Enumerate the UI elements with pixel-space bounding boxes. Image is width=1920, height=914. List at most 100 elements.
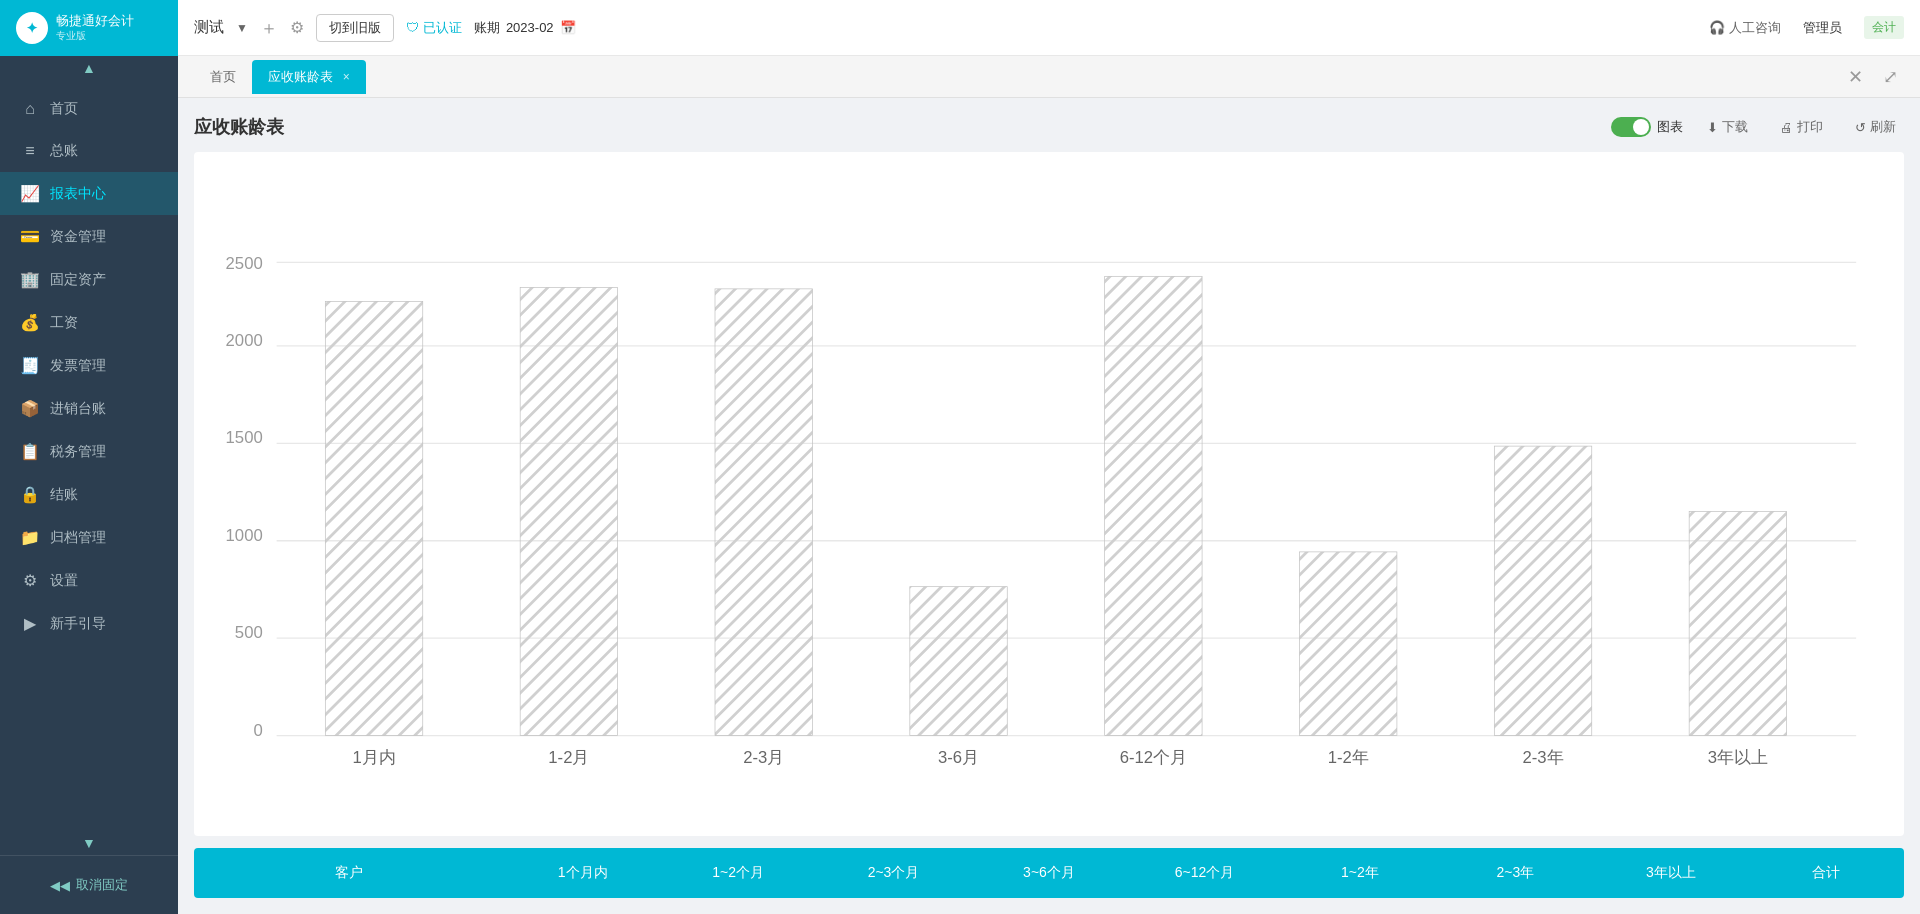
user-role-badge[interactable]: 会计 — [1864, 16, 1904, 39]
svg-text:0: 0 — [253, 721, 262, 740]
refresh-label: 刷新 — [1870, 118, 1896, 136]
data-table: 客户 1个月内 1~2个月 2~3个月 3~6个月 6~12个月 1~2年 2~… — [194, 848, 1904, 898]
chart-toggle-label: 图表 — [1657, 118, 1683, 136]
page-title: 应收账龄表 — [194, 115, 284, 139]
ledger-icon: ≡ — [20, 142, 40, 160]
svg-text:2500: 2500 — [226, 254, 263, 273]
scroll-up-icon[interactable]: ▲ — [82, 60, 96, 76]
col-header-3year-plus: 3年以上 — [1593, 848, 1748, 898]
cancel-fixed-label: 取消固定 — [76, 876, 128, 894]
expand-tab-button[interactable]: ⤢ — [1877, 64, 1904, 90]
sidebar-item-payroll-label: 工资 — [50, 314, 78, 332]
sidebar-item-tax-label: 税务管理 — [50, 443, 106, 461]
switch-version-button[interactable]: 切到旧版 — [316, 14, 394, 42]
svg-text:1-2月: 1-2月 — [548, 748, 589, 767]
period-info: 账期 2023-02 📅 — [474, 19, 576, 37]
sidebar-item-guide[interactable]: ▶ 新手引导 — [0, 602, 178, 645]
scroll-up-btn[interactable]: ▲ — [0, 56, 178, 80]
tax-icon: 📋 — [20, 442, 40, 461]
bar-1-2月 — [520, 287, 617, 735]
col-header-total: 合计 — [1749, 848, 1904, 898]
refresh-icon: ↺ — [1855, 120, 1866, 135]
svg-text:6-12个月: 6-12个月 — [1120, 748, 1187, 767]
settings-icon: ⚙ — [20, 571, 40, 590]
sidebar-item-settings[interactable]: ⚙ 设置 — [0, 559, 178, 602]
logo-area: ✦ 畅捷通好会计 专业版 — [0, 0, 178, 56]
print-icon: 🖨 — [1780, 120, 1793, 135]
svg-text:2000: 2000 — [226, 331, 263, 350]
close-ledger-icon: 🔒 — [20, 485, 40, 504]
bar-3年以上 — [1689, 512, 1786, 736]
app-edition: 专业版 — [56, 29, 134, 43]
sidebar-item-assets-label: 固定资产 — [50, 271, 106, 289]
chart-toggle[interactable] — [1611, 117, 1651, 137]
sidebar-item-assets[interactable]: 🏢 固定资产 — [0, 258, 178, 301]
bar-6-12月 — [1105, 276, 1202, 735]
sidebar-item-fund[interactable]: 💳 资金管理 — [0, 215, 178, 258]
tab-home[interactable]: 首页 — [194, 60, 252, 94]
tab-receivable-aging[interactable]: 应收账龄表 × — [252, 60, 366, 94]
svg-text:1-2年: 1-2年 — [1328, 748, 1369, 767]
svg-text:3-6月: 3-6月 — [938, 748, 979, 767]
print-button[interactable]: 🖨 打印 — [1772, 114, 1831, 140]
consult-button[interactable]: 🎧 人工咨询 — [1709, 19, 1781, 37]
col-header-6-12month: 6~12个月 — [1127, 848, 1282, 898]
company-dropdown-icon[interactable]: ▼ — [236, 21, 248, 35]
svg-text:2-3月: 2-3月 — [743, 748, 784, 767]
sidebar-item-archive[interactable]: 📁 归档管理 — [0, 516, 178, 559]
report-icon: 📈 — [20, 184, 40, 203]
sidebar-bottom: ◀◀ 取消固定 — [0, 855, 178, 914]
svg-text:1500: 1500 — [226, 428, 263, 447]
calendar-icon[interactable]: 📅 — [560, 20, 576, 35]
sidebar-item-close[interactable]: 🔒 结账 — [0, 473, 178, 516]
svg-text:500: 500 — [235, 623, 263, 642]
sidebar-item-report-label: 报表中心 — [50, 185, 106, 203]
sidebar-item-settings-label: 设置 — [50, 572, 78, 590]
sidebar-item-fund-label: 资金管理 — [50, 228, 106, 246]
sidebar-item-ledger-label: 总账 — [50, 142, 78, 160]
add-company-button[interactable]: ＋ — [260, 19, 278, 37]
scroll-down-btn[interactable]: ▼ — [0, 831, 178, 855]
tab-home-label: 首页 — [210, 69, 236, 84]
sidebar-item-payroll[interactable]: 💰 工资 — [0, 301, 178, 344]
close-tab-button[interactable]: ✕ — [1842, 64, 1869, 90]
consult-label: 人工咨询 — [1729, 19, 1781, 37]
shield-icon: 🛡 — [406, 20, 419, 35]
sidebar-item-ledger[interactable]: ≡ 总账 — [0, 130, 178, 172]
sidebar-item-archive-label: 归档管理 — [50, 529, 106, 547]
col-header-2-3month: 2~3个月 — [816, 848, 971, 898]
sidebar-item-tax[interactable]: 📋 税务管理 — [0, 430, 178, 473]
sidebar-item-guide-label: 新手引导 — [50, 615, 106, 633]
certified-label: 已认证 — [423, 19, 462, 37]
page-header: 应收账龄表 图表 ⬇ 下载 🖨 打印 ↺ 刷新 — [194, 114, 1904, 140]
invoice-icon: 🧾 — [20, 356, 40, 375]
sidebar-item-home[interactable]: ⌂ 首页 — [0, 88, 178, 130]
refresh-button[interactable]: ↺ 刷新 — [1847, 114, 1904, 140]
pin-icon: ◀◀ — [50, 878, 70, 893]
scroll-down-icon[interactable]: ▼ — [82, 835, 96, 851]
sidebar-item-invoice[interactable]: 🧾 发票管理 — [0, 344, 178, 387]
sidebar-item-inventory[interactable]: 📦 进销台账 — [0, 387, 178, 430]
sidebar-item-report[interactable]: 📈 报表中心 — [0, 172, 178, 215]
user-name[interactable]: 管理员 — [1793, 15, 1852, 41]
bar-2-3月 — [715, 289, 812, 736]
chart-toggle-wrap: 图表 — [1611, 117, 1683, 137]
home-icon: ⌂ — [20, 100, 40, 118]
svg-text:1月内: 1月内 — [352, 748, 395, 767]
bar-1月内 — [325, 301, 422, 735]
sidebar-item-home-label: 首页 — [50, 100, 78, 118]
tab-close-button[interactable]: × — [343, 70, 350, 84]
download-button[interactable]: ⬇ 下载 — [1699, 114, 1756, 140]
headset-icon: 🎧 — [1709, 20, 1725, 35]
col-header-3-6month: 3~6个月 — [971, 848, 1126, 898]
bar-1-2年 — [1300, 552, 1397, 736]
header-settings-icon[interactable]: ⚙ — [290, 18, 304, 37]
period-label: 账期 — [474, 19, 500, 37]
sidebar-nav: ⌂ 首页 ≡ 总账 📈 报表中心 💳 资金管理 🏢 固定资产 💰 工资 🧾 发票… — [0, 80, 178, 831]
main-content: 测试 ▼ ＋ ⚙ 切到旧版 🛡 已认证 账期 2023-02 📅 🎧 人工咨询 … — [178, 0, 1920, 914]
logo-icon: ✦ — [16, 12, 48, 44]
tab-receivable-aging-label: 应收账龄表 — [268, 69, 333, 84]
cancel-fixed-button[interactable]: ◀◀ 取消固定 — [0, 866, 178, 904]
col-header-1-2year: 1~2年 — [1282, 848, 1437, 898]
page-actions: 图表 ⬇ 下载 🖨 打印 ↺ 刷新 — [1611, 114, 1904, 140]
